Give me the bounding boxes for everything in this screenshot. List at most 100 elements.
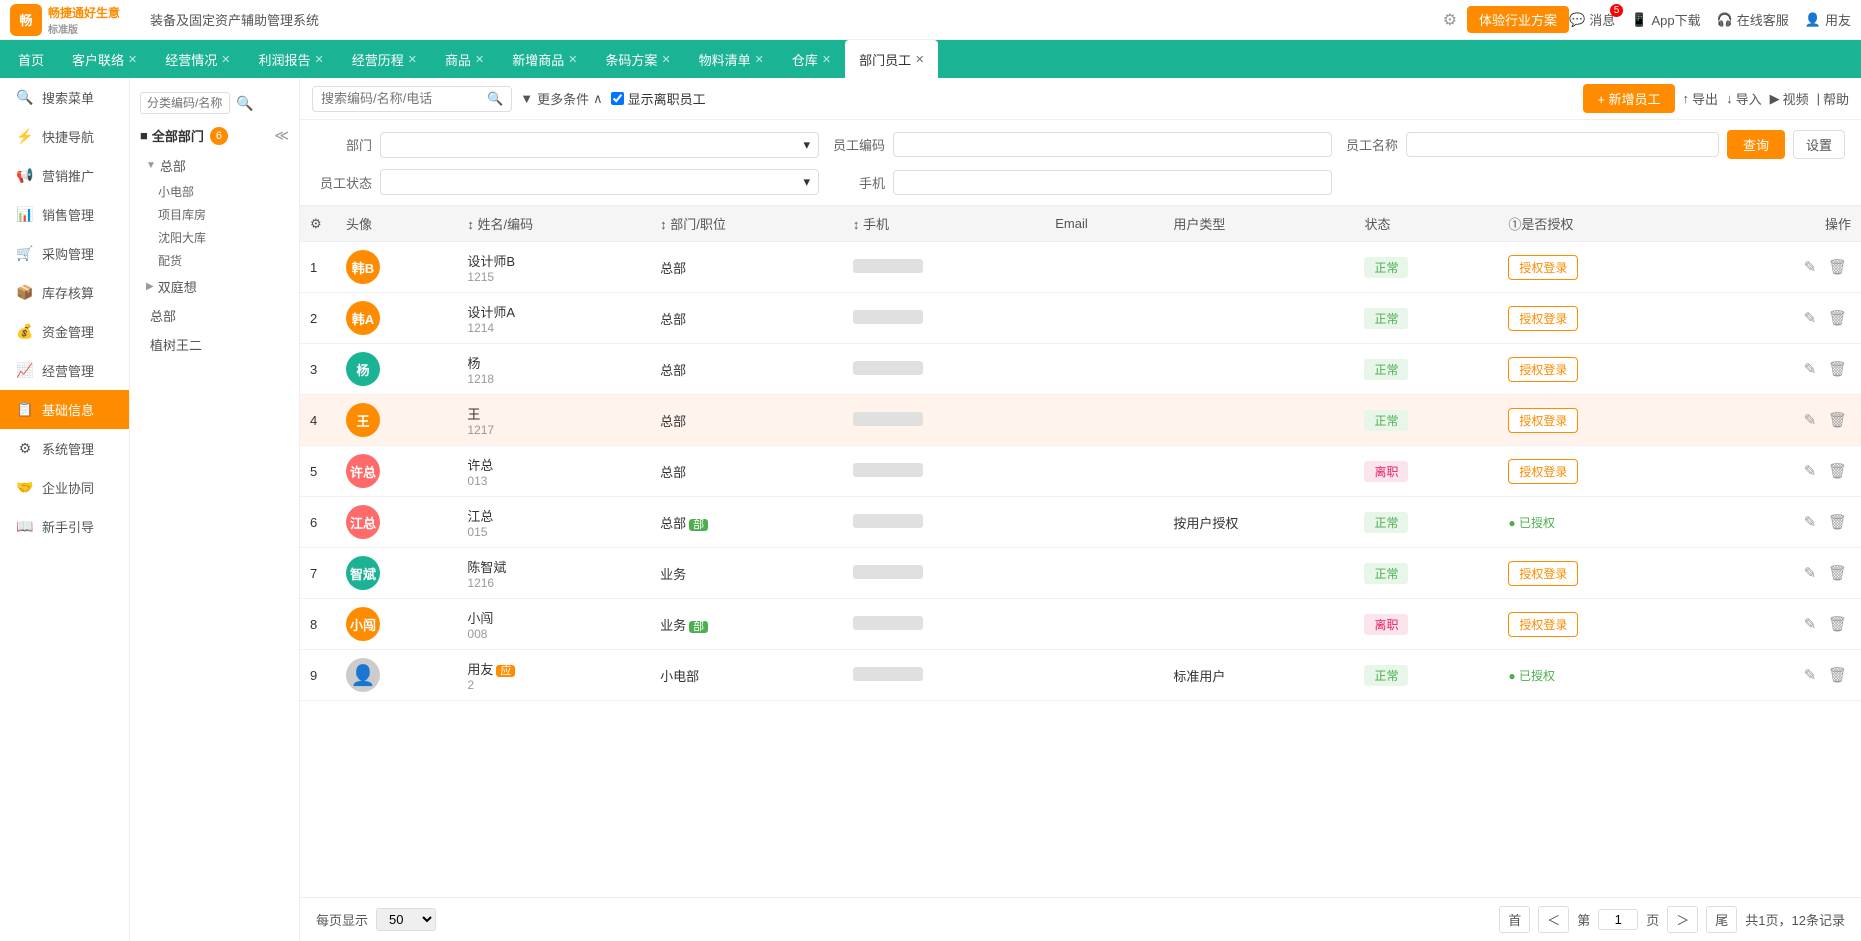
nav-tab-物料清单[interactable]: 物料清单 ✕ — [685, 40, 778, 78]
auth-btn[interactable]: 授权登录 — [1508, 255, 1578, 280]
delete-btn[interactable]: 🗑 — [1824, 360, 1851, 378]
edit-btn[interactable]: ✎ — [1800, 258, 1821, 276]
edit-btn[interactable]: ✎ — [1800, 564, 1821, 582]
nav-tab-商品[interactable]: 商品 ✕ — [431, 40, 498, 78]
sidebar-item-系统管理[interactable]: ⚙系统管理 — [0, 429, 129, 468]
auth-btn[interactable]: 授权登录 — [1508, 408, 1578, 433]
next-page-btn[interactable]: ＞ — [1667, 906, 1698, 933]
row-auth: 授权登录 — [1498, 599, 1700, 650]
prev-page-btn[interactable]: ＜ — [1538, 906, 1569, 933]
resigned-checkbox-input[interactable] — [611, 92, 624, 105]
delete-btn[interactable]: 🗑 — [1824, 258, 1851, 276]
export-btn[interactable]: ↑ 导出 — [1683, 89, 1719, 108]
delete-btn[interactable]: 🗑 — [1824, 666, 1851, 684]
search-icon[interactable]: 🔍 — [487, 91, 503, 107]
nav-tab-新增商品[interactable]: 新增商品 ✕ — [498, 40, 591, 78]
row-email — [1045, 497, 1163, 548]
help-btn[interactable]: | 帮助 — [1817, 89, 1849, 108]
auth-btn[interactable]: 授权登录 — [1508, 459, 1578, 484]
col-dept[interactable]: ↕ 部门/职位 — [650, 206, 843, 242]
col-name[interactable]: ↕ 姓名/编码 — [457, 206, 650, 242]
code-input[interactable] — [893, 132, 1332, 157]
edit-btn[interactable]: ✎ — [1800, 666, 1821, 684]
employee-tbody: 1 韩B 设计师B 1215 总部 正常 授权登录 ✎ 🗑 2 韩A 设计师A … — [300, 242, 1861, 701]
nav-tab-仓库[interactable]: 仓库 ✕ — [778, 40, 845, 78]
last-page-btn[interactable]: 尾 — [1706, 906, 1737, 933]
status-select[interactable]: ▾ — [380, 169, 819, 195]
app-download-btn[interactable]: 📱 App下载 — [1631, 10, 1700, 29]
online-service-btn[interactable]: 🎧 在线客服 — [1717, 10, 1789, 29]
dept-node-shuangting[interactable]: ▶ 双庭想 — [130, 272, 299, 301]
dept-search-input[interactable] — [140, 92, 230, 114]
add-employee-btn[interactable]: + 新增员工 — [1583, 84, 1674, 113]
phone-input[interactable] — [893, 170, 1332, 195]
dept-select[interactable]: ▾ — [380, 132, 819, 158]
sidebar-item-营销推广[interactable]: 📢营销推广 — [0, 156, 129, 195]
edit-btn[interactable]: ✎ — [1800, 615, 1821, 633]
edit-btn[interactable]: ✎ — [1800, 360, 1821, 378]
first-page-btn[interactable]: 首 — [1499, 906, 1530, 933]
nav-tab-经营历程[interactable]: 经营历程 ✕ — [338, 40, 431, 78]
delete-btn[interactable]: 🗑 — [1824, 411, 1851, 429]
show-resigned-checkbox[interactable]: 显示离职员工 — [611, 89, 706, 108]
delete-btn[interactable]: 🗑 — [1824, 309, 1851, 327]
dept-node-zhishu[interactable]: 植树王二 — [130, 330, 299, 359]
col-settings[interactable]: ⚙ — [300, 206, 336, 242]
sidebar-item-企业协同[interactable]: 🤝企业协同 — [0, 468, 129, 507]
auth-btn[interactable]: 授权登录 — [1508, 561, 1578, 586]
table-row: 1 韩B 设计师B 1215 总部 正常 授权登录 ✎ 🗑 — [300, 242, 1861, 293]
delete-btn[interactable]: 🗑 — [1824, 564, 1851, 582]
dept-node-zongbu2[interactable]: 总部 — [130, 301, 299, 330]
auth-btn[interactable]: 授权登录 — [1508, 612, 1578, 637]
nav-tab-客户联络[interactable]: 客户联络 ✕ — [58, 40, 151, 78]
sidebar-item-快捷导航[interactable]: ⚡快捷导航 — [0, 117, 129, 156]
dept-all-label[interactable]: ■ 全部部门 — [140, 126, 204, 145]
sidebar-item-采购管理[interactable]: 🛒采购管理 — [0, 234, 129, 273]
row-avatar: 智斌 — [336, 548, 457, 599]
per-page-select[interactable]: 50 100 200 — [376, 908, 436, 931]
view-btn[interactable]: ▶ 视频 — [1770, 89, 1809, 108]
nav-tab-经营情况[interactable]: 经营情况 ✕ — [151, 40, 244, 78]
delete-btn[interactable]: 🗑 — [1824, 513, 1851, 531]
nav-tab-条码方案[interactable]: 条码方案 ✕ — [591, 40, 684, 78]
col-phone[interactable]: ↕ 手机 — [843, 206, 1045, 242]
sidebar-item-搜索菜单[interactable]: 🔍搜索菜单 — [0, 78, 129, 117]
sidebar-item-基础信息[interactable]: 📋基础信息 — [0, 390, 129, 429]
name-input[interactable] — [1406, 132, 1719, 157]
auth-btn[interactable]: 授权登录 — [1508, 357, 1578, 382]
sidebar-item-新手引导[interactable]: 📖新手引导 — [0, 507, 129, 546]
row-auth: 授权登录 — [1498, 242, 1700, 293]
trial-button[interactable]: 体验行业方案 — [1467, 6, 1569, 33]
dept-node-zongbu[interactable]: ▼ 总部 — [130, 151, 299, 180]
dept-search-icon[interactable]: 🔍 — [236, 95, 253, 112]
auth-btn[interactable]: 授权登录 — [1508, 306, 1578, 331]
sidebar-item-经营管理[interactable]: 📈经营管理 — [0, 351, 129, 390]
nav-tab-首页[interactable]: 首页 — [4, 40, 58, 78]
dept-child-xiangmu[interactable]: 项目库房 — [130, 203, 299, 226]
edit-btn[interactable]: ✎ — [1800, 462, 1821, 480]
edit-btn[interactable]: ✎ — [1800, 309, 1821, 327]
set-btn[interactable]: 设置 — [1793, 130, 1845, 159]
settings-icon[interactable]: ⚙ — [1443, 10, 1457, 30]
edit-btn[interactable]: ✎ — [1800, 411, 1821, 429]
query-btn[interactable]: 查询 — [1727, 130, 1785, 159]
dept-collapse-btn[interactable]: ≪ — [274, 127, 289, 144]
edit-btn[interactable]: ✎ — [1800, 513, 1821, 531]
message-btn[interactable]: 💬 5 消息 — [1569, 10, 1615, 29]
dept-child-shenyang[interactable]: 沈阳大库 — [130, 226, 299, 249]
dept-child-xiaodian[interactable]: 小电部 — [130, 180, 299, 203]
nav-tab-利润报告[interactable]: 利润报告 ✕ — [244, 40, 337, 78]
row-user-type: 标准用户 — [1163, 650, 1354, 701]
nav-tab-部门员工[interactable]: 部门员工 ✕ — [845, 40, 938, 78]
page-number-input[interactable] — [1598, 909, 1638, 930]
sidebar-item-库存核算[interactable]: 📦库存核算 — [0, 273, 129, 312]
delete-btn[interactable]: 🗑 — [1824, 615, 1851, 633]
sidebar-item-资金管理[interactable]: 💰资金管理 — [0, 312, 129, 351]
sidebar-item-销售管理[interactable]: 📊销售管理 — [0, 195, 129, 234]
search-input[interactable] — [321, 91, 481, 106]
user-menu[interactable]: 👤 用友 — [1805, 10, 1851, 29]
import-btn[interactable]: ↓ 导入 — [1726, 89, 1762, 108]
dept-child-peihuo[interactable]: 配货 — [130, 249, 299, 272]
delete-btn[interactable]: 🗑 — [1824, 462, 1851, 480]
more-filters-btn[interactable]: ▼ 更多条件 ∧ — [520, 89, 602, 108]
